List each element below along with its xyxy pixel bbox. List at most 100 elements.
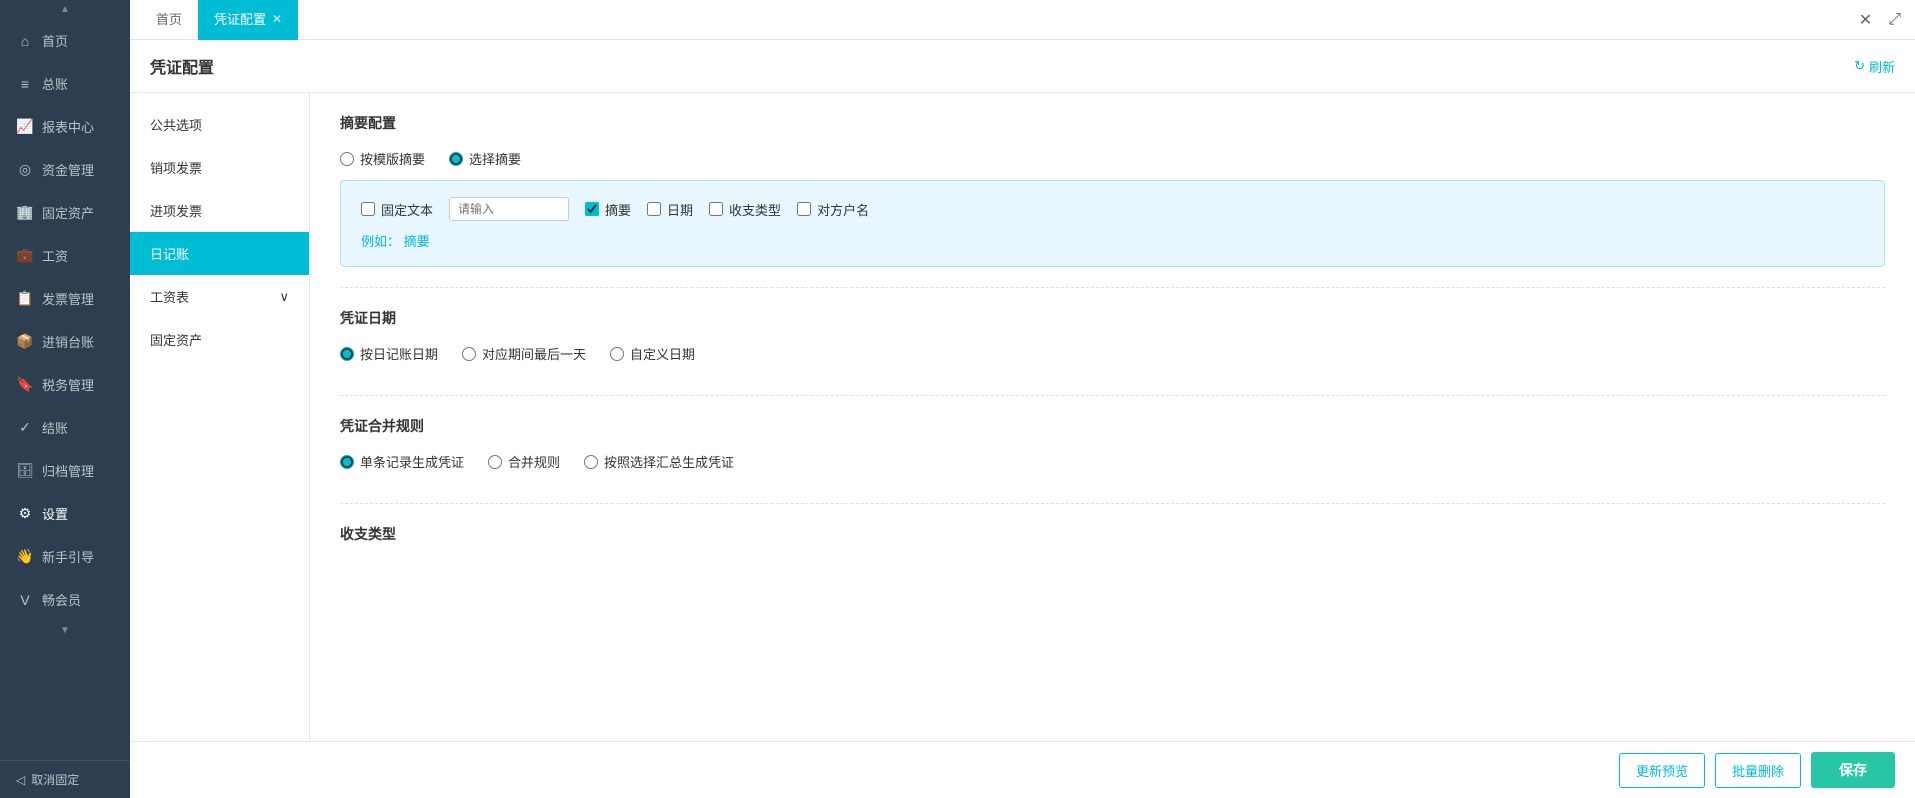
radio-single-record[interactable]: 单条记录生成凭证 [340,452,464,471]
page-title: 凭证配置 [150,54,214,78]
radio-single-record-label: 单条记录生成凭证 [360,452,464,471]
radio-select-merge[interactable]: 按照选择汇总生成凭证 [584,452,734,471]
main-area: 首页 凭证配置 ✕ ✕ ⤢ 凭证配置 ↻ 刷新 公共选项 销项发票 进 [130,0,1915,798]
sidebar-item-payroll-label: 工资 [42,246,68,265]
checkbox-summary-input[interactable] [585,202,599,216]
left-nav-public[interactable]: 公共选项 [130,103,309,146]
fixed-text-input[interactable] [449,197,569,221]
checkbox-fixed-text-input[interactable] [361,202,375,216]
summary-radio-group: 按模版摘要 选择摘要 [340,149,1885,168]
left-nav-purchase-invoice[interactable]: 进项发票 [130,189,309,232]
radio-journal-date[interactable]: 按日记账日期 [340,344,438,363]
summary-config-box: 固定文本 摘要 日期 收支类型 [340,180,1885,267]
sidebar-item-reports-label: 报表中心 [42,117,94,136]
sidebar-item-payroll[interactable]: 💼 工资 [0,234,130,277]
radio-merge-rules[interactable]: 合并规则 [488,452,560,471]
sidebar-item-ledger[interactable]: ≡ 总账 [0,62,130,105]
radio-select-summary-input[interactable] [449,152,463,166]
left-nav-payroll-table[interactable]: 工资表 ∨ [130,275,309,318]
checkbox-counterparty[interactable]: 对方户名 [797,200,869,219]
checkbox-date-input[interactable] [647,202,661,216]
tab-home-label: 首页 [156,9,182,28]
checkbox-income-type-input[interactable] [709,202,723,216]
sidebar-item-reports[interactable]: 📈 报表中心 [0,105,130,148]
left-nav-sales-invoice[interactable]: 销项发票 [130,146,309,189]
tab-voucher-config-label: 凭证配置 [214,9,266,28]
right-content: 摘要配置 按模版摘要 选择摘要 [310,93,1915,741]
refresh-button[interactable]: ↻ 刷新 [1854,57,1895,76]
pin-icon: ◁ [16,773,25,787]
sidebar-item-home[interactable]: ⌂ 首页 [0,19,130,62]
sidebar-item-inventory[interactable]: 📦 进销台账 [0,320,130,363]
tab-voucher-config[interactable]: 凭证配置 ✕ [198,0,298,40]
sidebar-item-settings[interactable]: ⚙ 设置 [0,492,130,535]
left-nav-payroll-table-label: 工资表 [150,287,189,306]
close-window-button[interactable]: ✕ [1855,6,1876,34]
settings-icon: ⚙ [16,505,34,522]
radio-select-summary[interactable]: 选择摘要 [449,149,521,168]
sidebar-item-guide-label: 新手引导 [42,547,94,566]
sidebar-item-member[interactable]: V 畅会员 [0,578,130,621]
sidebar-item-assets-label: 固定资产 [42,203,94,222]
batch-delete-button[interactable]: 批量删除 [1715,753,1801,788]
sidebar-item-settlement[interactable]: ✓ 结账 [0,406,130,449]
sidebar-unpin-label: 取消固定 [31,771,79,788]
sidebar-item-archive[interactable]: 🗄 归档管理 [0,449,130,492]
radio-template-summary[interactable]: 按模版摘要 [340,149,425,168]
bottom-bar: 更新预览 批量删除 保存 [130,741,1915,798]
left-nav-journal-label: 日记账 [150,244,189,263]
tab-close-icon[interactable]: ✕ [272,12,282,26]
update-preview-button[interactable]: 更新预览 [1619,753,1705,788]
tab-bar-actions: ✕ ⤢ [1855,6,1905,34]
tab-home[interactable]: 首页 [140,0,198,40]
sidebar-scroll-up[interactable]: ▲ [0,0,130,19]
radio-template-summary-input[interactable] [340,152,354,166]
sidebar-item-invoice[interactable]: 📋 发票管理 [0,277,130,320]
sidebar-item-funds[interactable]: ◎ 资金管理 [0,148,130,191]
radio-merge-rules-label: 合并规则 [508,452,560,471]
summary-checkbox-row: 固定文本 摘要 日期 收支类型 [361,197,1864,221]
save-button[interactable]: 保存 [1811,752,1895,788]
radio-merge-rules-input[interactable] [488,455,502,469]
radio-custom-date-input[interactable] [610,347,624,361]
voucher-date-radio-group: 按日记账日期 对应期间最后一天 自定义日期 [340,344,1885,363]
sidebar-unpin-button[interactable]: ◁ 取消固定 [0,760,130,798]
checkbox-date[interactable]: 日期 [647,200,693,219]
sidebar-item-guide[interactable]: 👋 新手引导 [0,535,130,578]
radio-journal-date-input[interactable] [340,347,354,361]
radio-select-merge-label: 按照选择汇总生成凭证 [604,452,734,471]
income-type-section: 收支类型 [340,524,1885,580]
checkbox-summary-label: 摘要 [605,200,631,219]
invoice-icon: 📋 [16,290,34,307]
checkbox-summary[interactable]: 摘要 [585,200,631,219]
left-nav-public-label: 公共选项 [150,115,202,134]
sidebar-item-tax[interactable]: 🔖 税务管理 [0,363,130,406]
reports-icon: 📈 [16,118,34,135]
checkbox-counterparty-label: 对方户名 [817,200,869,219]
radio-last-day-input[interactable] [462,347,476,361]
expand-window-button[interactable]: ⤢ [1884,6,1905,34]
income-type-title: 收支类型 [340,524,1885,544]
merge-rules-title: 凭证合并规则 [340,416,1885,436]
sidebar-item-assets[interactable]: 🏢 固定资产 [0,191,130,234]
sidebar-item-inventory-label: 进销台账 [42,332,94,351]
radio-single-record-input[interactable] [340,455,354,469]
merge-rules-radio-group: 单条记录生成凭证 合并规则 按照选择汇总生成凭证 [340,452,1885,471]
sidebar-item-archive-label: 归档管理 [42,461,94,480]
left-nav-journal[interactable]: 日记账 [130,232,309,275]
checkbox-income-type[interactable]: 收支类型 [709,200,781,219]
checkbox-fixed-text[interactable]: 固定文本 [361,200,433,219]
radio-select-merge-input[interactable] [584,455,598,469]
left-nav-fixed-assets[interactable]: 固定资产 [130,318,309,361]
radio-custom-date-label: 自定义日期 [630,344,695,363]
sidebar: ▲ ⌂ 首页 ≡ 总账 📈 报表中心 ◎ 资金管理 🏢 固定资产 💼 工资 📋 … [0,0,130,798]
checkbox-counterparty-input[interactable] [797,202,811,216]
funds-icon: ◎ [16,161,34,178]
sidebar-scroll-down[interactable]: ▼ [0,621,130,640]
radio-custom-date[interactable]: 自定义日期 [610,344,695,363]
tax-icon: 🔖 [16,376,34,393]
radio-last-day[interactable]: 对应期间最后一天 [462,344,586,363]
example-prefix: 例如： [361,234,400,249]
sidebar-item-tax-label: 税务管理 [42,375,94,394]
left-nav: 公共选项 销项发票 进项发票 日记账 工资表 ∨ 固定资产 [130,93,310,741]
